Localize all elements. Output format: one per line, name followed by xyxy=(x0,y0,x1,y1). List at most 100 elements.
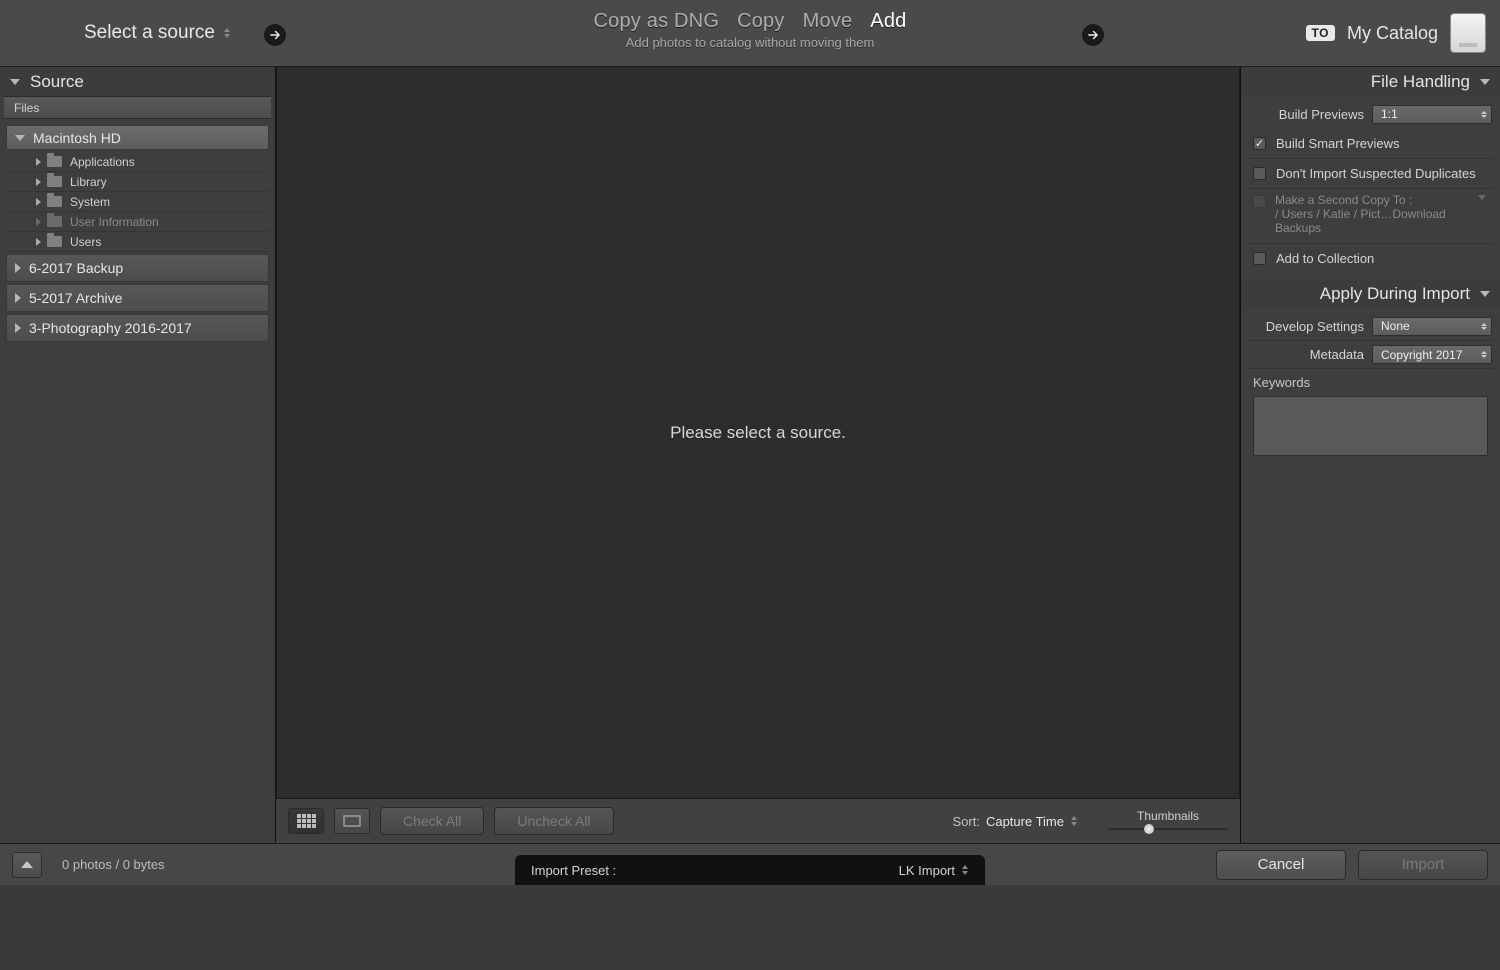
slider-track[interactable] xyxy=(1108,825,1228,833)
chevron-down-icon xyxy=(1478,195,1486,200)
folder-label: Library xyxy=(70,175,107,189)
apply-during-import-header[interactable]: Apply During Import xyxy=(1241,279,1500,308)
build-previews-value: 1:1 xyxy=(1381,107,1398,121)
folder-label: Applications xyxy=(70,155,135,169)
folder-icon xyxy=(47,176,62,187)
updown-icon xyxy=(223,26,231,40)
select-source-label: Select a source xyxy=(84,22,215,44)
folder-applications[interactable]: Applications xyxy=(6,152,269,172)
uncheck-all-button[interactable]: Uncheck All xyxy=(494,807,613,835)
second-copy-block[interactable]: Make a Second Copy To : / Users / Katie … xyxy=(1247,188,1494,243)
chevron-right-icon xyxy=(15,263,21,273)
build-previews-label: Build Previews xyxy=(1279,107,1364,122)
source-panel-header[interactable]: Source xyxy=(0,67,275,96)
slider-knob[interactable] xyxy=(1144,824,1154,834)
volume-macintosh-hd[interactable]: Macintosh HD xyxy=(6,125,269,150)
chevron-down-icon xyxy=(15,135,25,141)
import-mode-tabs: Copy as DNG Copy Move Add Add photos to … xyxy=(594,10,907,50)
volume-label: 6-2017 Backup xyxy=(29,260,123,276)
volume-archive-5-2017[interactable]: 5-2017 Archive xyxy=(6,284,269,312)
folder-label: User Information xyxy=(70,215,159,229)
file-handling-header[interactable]: File Handling xyxy=(1241,67,1500,96)
grid-icon xyxy=(297,814,316,828)
duplicates-checkbox[interactable]: Don't Import Suspected Duplicates xyxy=(1247,158,1494,188)
folder-icon xyxy=(47,236,62,247)
develop-settings-select[interactable]: None xyxy=(1372,317,1492,336)
updown-icon xyxy=(1481,351,1487,358)
apply-during-import-body: Develop Settings None Metadata Copyright… xyxy=(1241,308,1500,468)
file-handling-title: File Handling xyxy=(1371,72,1470,92)
chevron-down-icon xyxy=(1480,291,1490,297)
checkbox-icon: ✓ xyxy=(1253,137,1266,150)
folder-library[interactable]: Library xyxy=(6,172,269,192)
mode-copy-as-dng[interactable]: Copy as DNG xyxy=(594,10,720,33)
volume-photography-2016-2017[interactable]: 3-Photography 2016-2017 xyxy=(6,314,269,342)
second-copy-label: Make a Second Copy To : xyxy=(1275,193,1488,207)
import-preset-bar[interactable]: Import Preset : LK Import xyxy=(515,855,985,885)
import-preset-label: Import Preset : xyxy=(531,863,616,878)
preview-message: Please select a source. xyxy=(670,423,846,443)
folder-label: System xyxy=(70,195,110,209)
chevron-right-icon xyxy=(15,323,21,333)
keywords-block: Keywords xyxy=(1247,368,1494,462)
metadata-select[interactable]: Copyright 2017 xyxy=(1372,345,1492,364)
volume-backup-6-2017[interactable]: 6-2017 Backup xyxy=(6,254,269,282)
chevron-down-icon xyxy=(1480,79,1490,85)
select-source-button[interactable]: Select a source xyxy=(84,22,231,44)
drive-icon xyxy=(1450,13,1486,53)
thumbnail-size-slider[interactable]: Thumbnails xyxy=(1108,809,1228,833)
volume-label: 5-2017 Archive xyxy=(29,290,122,306)
keywords-input[interactable] xyxy=(1253,396,1488,456)
metadata-value: Copyright 2017 xyxy=(1381,348,1462,362)
mode-add[interactable]: Add xyxy=(870,10,906,33)
import-button[interactable]: Import xyxy=(1358,850,1488,880)
preview-toolbar: Check All Uncheck All Sort: Capture Time… xyxy=(276,799,1240,843)
destination-label: My Catalog xyxy=(1347,23,1438,44)
smart-previews-checkbox[interactable]: ✓ Build Smart Previews xyxy=(1247,128,1494,158)
smart-previews-label: Build Smart Previews xyxy=(1276,136,1400,151)
status-text: 0 photos / 0 bytes xyxy=(62,857,165,872)
develop-settings-row: Develop Settings None xyxy=(1247,312,1494,340)
cancel-button[interactable]: Cancel xyxy=(1216,850,1346,880)
build-previews-select[interactable]: 1:1 xyxy=(1372,105,1492,124)
folder-icon xyxy=(47,156,62,167)
sort-selector[interactable]: Sort: Capture Time xyxy=(952,814,1078,829)
sort-label: Sort: xyxy=(952,814,979,829)
source-panel-title: Source xyxy=(30,72,84,92)
updown-icon xyxy=(961,863,969,877)
mode-copy[interactable]: Copy xyxy=(737,10,785,33)
preview-pane: Please select a source. Check All Unchec… xyxy=(276,67,1240,843)
chevron-down-icon xyxy=(10,79,20,85)
duplicates-label: Don't Import Suspected Duplicates xyxy=(1276,166,1476,181)
folder-system[interactable]: System xyxy=(6,192,269,212)
chevron-right-icon xyxy=(36,158,41,166)
volume-label: Macintosh HD xyxy=(33,130,121,146)
files-header: Files xyxy=(4,96,271,119)
arrow-right-icon[interactable] xyxy=(1082,24,1104,46)
preview-area: Please select a source. xyxy=(276,67,1240,799)
arrow-right-icon[interactable] xyxy=(264,24,286,46)
grid-view-button[interactable] xyxy=(288,808,324,834)
folder-users[interactable]: Users xyxy=(6,232,269,252)
mode-subtitle: Add photos to catalog without moving the… xyxy=(594,35,907,50)
loupe-view-button[interactable] xyxy=(334,808,370,834)
develop-settings-label: Develop Settings xyxy=(1266,319,1364,334)
second-copy-path: / Users / Katie / Pict…Download Backups xyxy=(1275,207,1488,235)
checkbox-icon xyxy=(1253,252,1266,265)
check-all-button[interactable]: Check All xyxy=(380,807,484,835)
metadata-label: Metadata xyxy=(1310,347,1364,362)
folder-user-information[interactable]: User Information xyxy=(6,212,269,232)
expand-button[interactable] xyxy=(12,852,42,878)
checkbox-icon xyxy=(1253,167,1266,180)
chevron-right-icon xyxy=(36,178,41,186)
loupe-icon xyxy=(343,815,361,827)
add-to-collection-checkbox[interactable]: Add to Collection xyxy=(1247,243,1494,273)
metadata-row: Metadata Copyright 2017 xyxy=(1247,340,1494,368)
to-badge: TO xyxy=(1306,25,1335,41)
folder-icon xyxy=(47,216,62,227)
add-to-collection-label: Add to Collection xyxy=(1276,251,1374,266)
updown-icon xyxy=(1481,111,1487,118)
import-preset-value: LK Import xyxy=(899,863,955,878)
mode-move[interactable]: Move xyxy=(803,10,853,33)
destination-block[interactable]: TO My Catalog xyxy=(1306,13,1487,53)
